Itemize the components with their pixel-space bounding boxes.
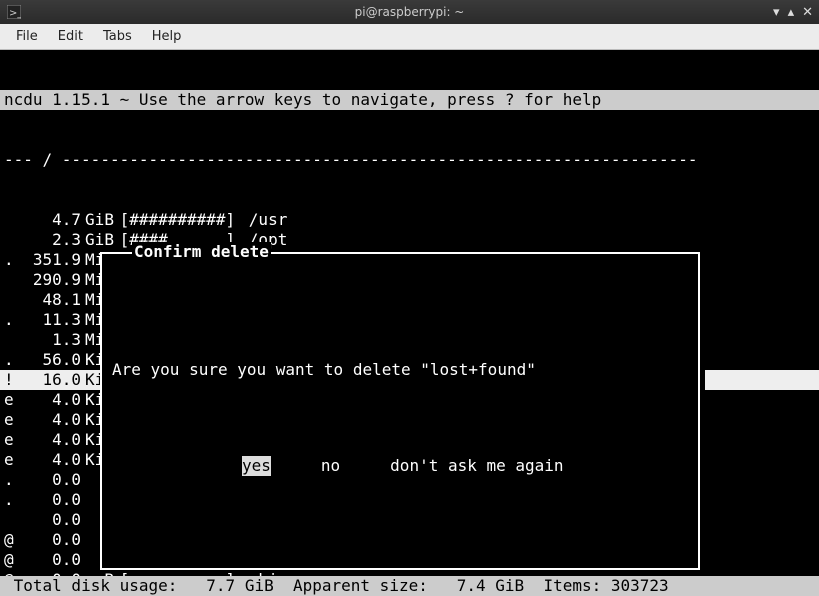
row-mark: .: [4, 310, 14, 330]
row-mark: [4, 510, 14, 530]
list-row[interactable]: 2.3GiB[#### ]/opt: [0, 230, 819, 250]
row-size: 0.0: [14, 470, 81, 490]
path-mark: ---: [4, 150, 33, 170]
row-mark: e: [4, 430, 14, 450]
row-size: 1.3: [14, 330, 81, 350]
dialog-message: Are you sure you want to delete "lost+fo…: [112, 360, 688, 380]
maximize-button[interactable]: ▴: [788, 5, 795, 20]
current-path: /: [43, 150, 53, 170]
row-size: 4.7: [14, 210, 81, 230]
row-unit: GiB: [81, 230, 120, 250]
menu-edit[interactable]: Edit: [50, 27, 91, 46]
menu-tabs[interactable]: Tabs: [95, 27, 140, 46]
row-mark: @: [4, 530, 14, 550]
row-mark: [4, 230, 14, 250]
dialog-button-no[interactable]: no: [321, 456, 340, 476]
window-controls: ▾ ▴ ✕: [773, 5, 813, 20]
row-mark: [4, 210, 14, 230]
row-mark: e: [4, 450, 14, 470]
row-name: /usr: [245, 210, 288, 230]
row-mark: @: [4, 550, 14, 570]
dialog-button-yes[interactable]: yes: [242, 456, 271, 476]
ncdu-header: ncdu 1.15.1 ~ Use the arrow keys to navi…: [0, 90, 819, 110]
terminal-icon: >_: [6, 4, 22, 20]
row-mark: [4, 290, 14, 310]
row-mark: .: [4, 350, 14, 370]
dash-trail: ----------------------------------------…: [62, 150, 698, 170]
row-mark: [4, 330, 14, 350]
row-size: 2.3: [14, 230, 81, 250]
row-size: 351.9: [14, 250, 81, 270]
row-unit: GiB: [81, 210, 120, 230]
row-size: 56.0: [14, 350, 81, 370]
row-size: 0.0: [14, 550, 81, 570]
dialog-button-don-t-ask-me-again[interactable]: don't ask me again: [390, 456, 563, 476]
row-mark: e: [4, 410, 14, 430]
row-size: 0.0: [14, 530, 81, 550]
row-size: 0.0: [14, 490, 81, 510]
row-mark: .: [4, 490, 14, 510]
ncdu-footer: Total disk usage: 7.7 GiB Apparent size:…: [0, 576, 819, 596]
menu-file[interactable]: File: [8, 27, 46, 46]
path-row: --- / ----------------------------------…: [0, 150, 819, 170]
row-bar: [##########]: [120, 210, 245, 230]
menubar: File Edit Tabs Help: [0, 24, 819, 50]
row-trail: [705, 370, 815, 390]
row-size: 11.3: [14, 310, 81, 330]
dialog-title: Confirm delete: [132, 242, 271, 262]
window-titlebar: >_ pi@raspberrypi: ~ ▾ ▴ ✕: [0, 0, 819, 24]
svg-text:>_: >_: [9, 8, 21, 19]
row-mark: !: [4, 370, 14, 390]
row-size: 4.0: [14, 450, 81, 470]
row-size: 48.1: [14, 290, 81, 310]
row-size: 4.0: [14, 390, 81, 410]
close-button[interactable]: ✕: [802, 5, 813, 20]
row-size: 290.9: [14, 270, 81, 290]
row-mark: .: [4, 250, 14, 270]
row-size: 4.0: [14, 430, 81, 450]
row-size: 0.0: [14, 510, 81, 530]
row-size: 4.0: [14, 410, 81, 430]
window-title: pi@raspberrypi: ~: [0, 5, 819, 19]
row-mark: e: [4, 390, 14, 410]
confirm-delete-dialog: Confirm delete Are you sure you want to …: [100, 252, 700, 570]
row-mark: .: [4, 470, 14, 490]
list-row[interactable]: 4.7GiB[##########]/usr: [0, 210, 819, 230]
row-mark: [4, 270, 14, 290]
minimize-button[interactable]: ▾: [773, 5, 780, 20]
terminal-area[interactable]: ncdu 1.15.1 ~ Use the arrow keys to navi…: [0, 50, 819, 596]
menu-help[interactable]: Help: [144, 27, 190, 46]
row-size: 16.0: [14, 370, 81, 390]
